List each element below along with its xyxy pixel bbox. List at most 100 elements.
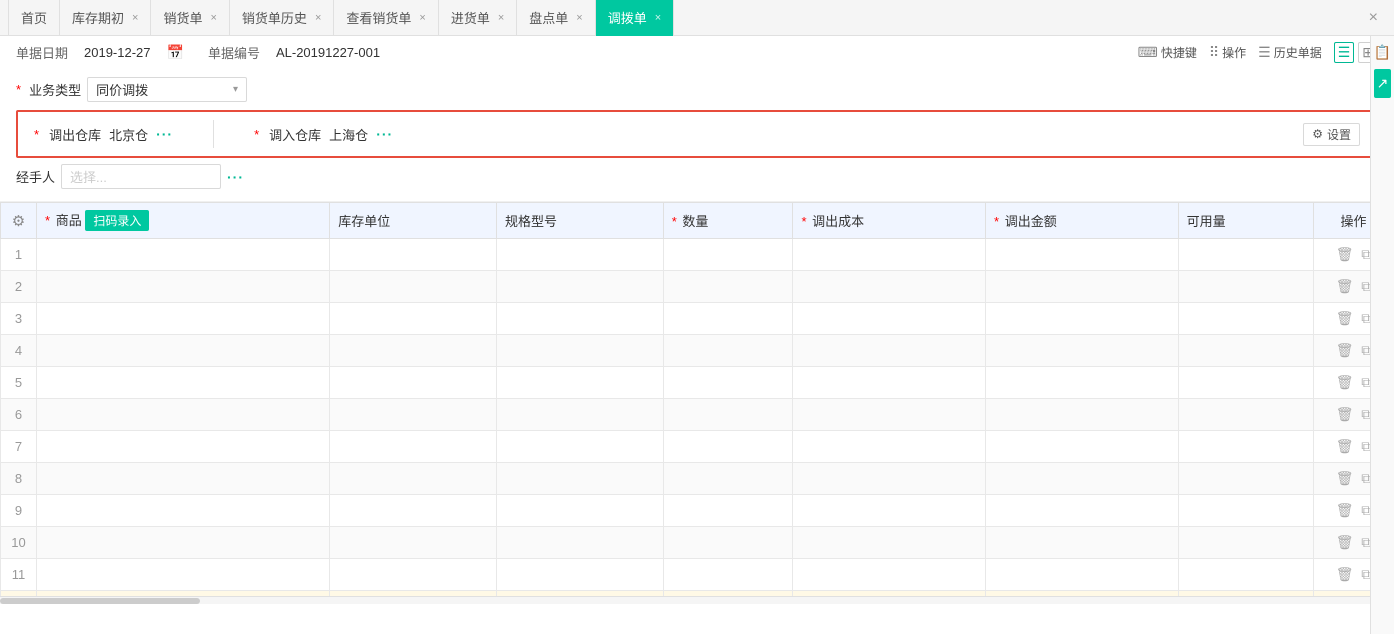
row-quantity[interactable] bbox=[663, 303, 793, 335]
tab-sales-history[interactable]: 销货单历史 × bbox=[230, 0, 334, 36]
delete-row-icon[interactable]: 🗑 bbox=[1336, 310, 1354, 326]
view-list-btn[interactable]: ☰ bbox=[1334, 42, 1355, 63]
window-close-button[interactable]: × bbox=[1361, 5, 1386, 31]
row-unit[interactable] bbox=[330, 239, 497, 271]
row-spec[interactable] bbox=[496, 431, 663, 463]
calendar-icon[interactable]: 📅 bbox=[167, 44, 184, 61]
row-quantity[interactable] bbox=[663, 559, 793, 591]
row-cost[interactable] bbox=[793, 239, 986, 271]
row-spec[interactable] bbox=[496, 239, 663, 271]
settings-button[interactable]: ⚙ 设置 bbox=[1303, 123, 1360, 146]
row-available[interactable] bbox=[1178, 271, 1313, 303]
row-available[interactable] bbox=[1178, 335, 1313, 367]
row-amount[interactable] bbox=[986, 303, 1179, 335]
row-product[interactable] bbox=[37, 431, 330, 463]
row-spec[interactable] bbox=[496, 399, 663, 431]
handler-more-btn[interactable]: ··· bbox=[227, 169, 244, 185]
row-unit[interactable] bbox=[330, 431, 497, 463]
row-quantity[interactable] bbox=[663, 463, 793, 495]
row-cost[interactable] bbox=[793, 367, 986, 399]
row-spec[interactable] bbox=[496, 271, 663, 303]
row-available[interactable] bbox=[1178, 239, 1313, 271]
tab-close-inventory-init[interactable]: × bbox=[132, 12, 138, 24]
row-quantity[interactable] bbox=[663, 239, 793, 271]
in-warehouse-more-btn[interactable]: ··· bbox=[376, 126, 393, 142]
delete-row-icon[interactable]: 🗑 bbox=[1336, 406, 1354, 422]
row-cost[interactable] bbox=[793, 431, 986, 463]
row-amount[interactable] bbox=[986, 431, 1179, 463]
row-spec[interactable] bbox=[496, 495, 663, 527]
scan-barcode-btn[interactable]: 扫码录入 bbox=[85, 210, 149, 231]
row-cost[interactable] bbox=[793, 335, 986, 367]
row-cost[interactable] bbox=[793, 495, 986, 527]
delete-row-icon[interactable]: 🗑 bbox=[1336, 470, 1354, 486]
tab-sales-order[interactable]: 销货单 × bbox=[151, 0, 229, 36]
row-spec[interactable] bbox=[496, 367, 663, 399]
out-warehouse-value[interactable]: 北京仓 bbox=[109, 125, 148, 144]
scrollbar-thumb[interactable] bbox=[0, 598, 200, 604]
handler-select[interactable]: 选择... bbox=[61, 164, 221, 189]
row-spec[interactable] bbox=[496, 463, 663, 495]
shortcut-btn[interactable]: ⌨ 快捷键 bbox=[1138, 44, 1197, 61]
delete-row-icon[interactable]: 🗑 bbox=[1336, 374, 1354, 390]
row-amount[interactable] bbox=[986, 399, 1179, 431]
row-cost[interactable] bbox=[793, 271, 986, 303]
sidebar-expand-icon[interactable]: ↗ bbox=[1374, 69, 1392, 98]
row-amount[interactable] bbox=[986, 367, 1179, 399]
row-available[interactable] bbox=[1178, 559, 1313, 591]
tab-close-transfer[interactable]: × bbox=[655, 12, 661, 24]
row-product[interactable] bbox=[37, 463, 330, 495]
row-amount[interactable] bbox=[986, 495, 1179, 527]
row-quantity[interactable] bbox=[663, 495, 793, 527]
out-warehouse-more-btn[interactable]: ··· bbox=[156, 126, 173, 142]
row-product[interactable] bbox=[37, 367, 330, 399]
row-available[interactable] bbox=[1178, 399, 1313, 431]
in-warehouse-value[interactable]: 上海仓 bbox=[329, 125, 368, 144]
row-product[interactable] bbox=[37, 303, 330, 335]
doc-date-value[interactable]: 2019-12-27 bbox=[84, 45, 151, 60]
table-gear-icon[interactable]: ⚙ bbox=[12, 213, 25, 230]
row-spec[interactable] bbox=[496, 303, 663, 335]
row-unit[interactable] bbox=[330, 463, 497, 495]
row-product[interactable] bbox=[37, 495, 330, 527]
row-unit[interactable] bbox=[330, 367, 497, 399]
row-cost[interactable] bbox=[793, 303, 986, 335]
delete-row-icon[interactable]: 🗑 bbox=[1336, 246, 1354, 262]
row-quantity[interactable] bbox=[663, 527, 793, 559]
biz-type-select[interactable]: 同价调拨 ▾ bbox=[87, 77, 247, 102]
row-spec[interactable] bbox=[496, 335, 663, 367]
delete-row-icon[interactable]: 🗑 bbox=[1336, 438, 1354, 454]
row-available[interactable] bbox=[1178, 495, 1313, 527]
tab-close-view-sales[interactable]: × bbox=[419, 12, 425, 24]
row-unit[interactable] bbox=[330, 495, 497, 527]
row-product[interactable] bbox=[37, 335, 330, 367]
biz-type-dropdown-arrow[interactable]: ▾ bbox=[233, 84, 238, 95]
row-unit[interactable] bbox=[330, 271, 497, 303]
row-available[interactable] bbox=[1178, 527, 1313, 559]
row-available[interactable] bbox=[1178, 431, 1313, 463]
row-amount[interactable] bbox=[986, 239, 1179, 271]
row-amount[interactable] bbox=[986, 527, 1179, 559]
row-unit[interactable] bbox=[330, 527, 497, 559]
tab-transfer[interactable]: 调拨单 × bbox=[596, 0, 674, 36]
row-quantity[interactable] bbox=[663, 271, 793, 303]
row-spec[interactable] bbox=[496, 527, 663, 559]
horizontal-scrollbar[interactable] bbox=[0, 596, 1394, 604]
row-amount[interactable] bbox=[986, 463, 1179, 495]
row-amount[interactable] bbox=[986, 559, 1179, 591]
row-cost[interactable] bbox=[793, 463, 986, 495]
row-product[interactable] bbox=[37, 271, 330, 303]
row-product[interactable] bbox=[37, 527, 330, 559]
tab-close-sales-history[interactable]: × bbox=[315, 12, 321, 24]
row-available[interactable] bbox=[1178, 303, 1313, 335]
row-available[interactable] bbox=[1178, 463, 1313, 495]
row-quantity[interactable] bbox=[663, 335, 793, 367]
delete-row-icon[interactable]: 🗑 bbox=[1336, 502, 1354, 518]
row-unit[interactable] bbox=[330, 399, 497, 431]
doc-num-value[interactable]: AL-20191227-001 bbox=[276, 45, 380, 60]
row-product[interactable] bbox=[37, 559, 330, 591]
tab-home[interactable]: 首页 bbox=[8, 0, 60, 36]
tab-view-sales[interactable]: 查看销货单 × bbox=[334, 0, 438, 36]
row-cost[interactable] bbox=[793, 399, 986, 431]
tab-stocktake[interactable]: 盘点单 × bbox=[517, 0, 595, 36]
